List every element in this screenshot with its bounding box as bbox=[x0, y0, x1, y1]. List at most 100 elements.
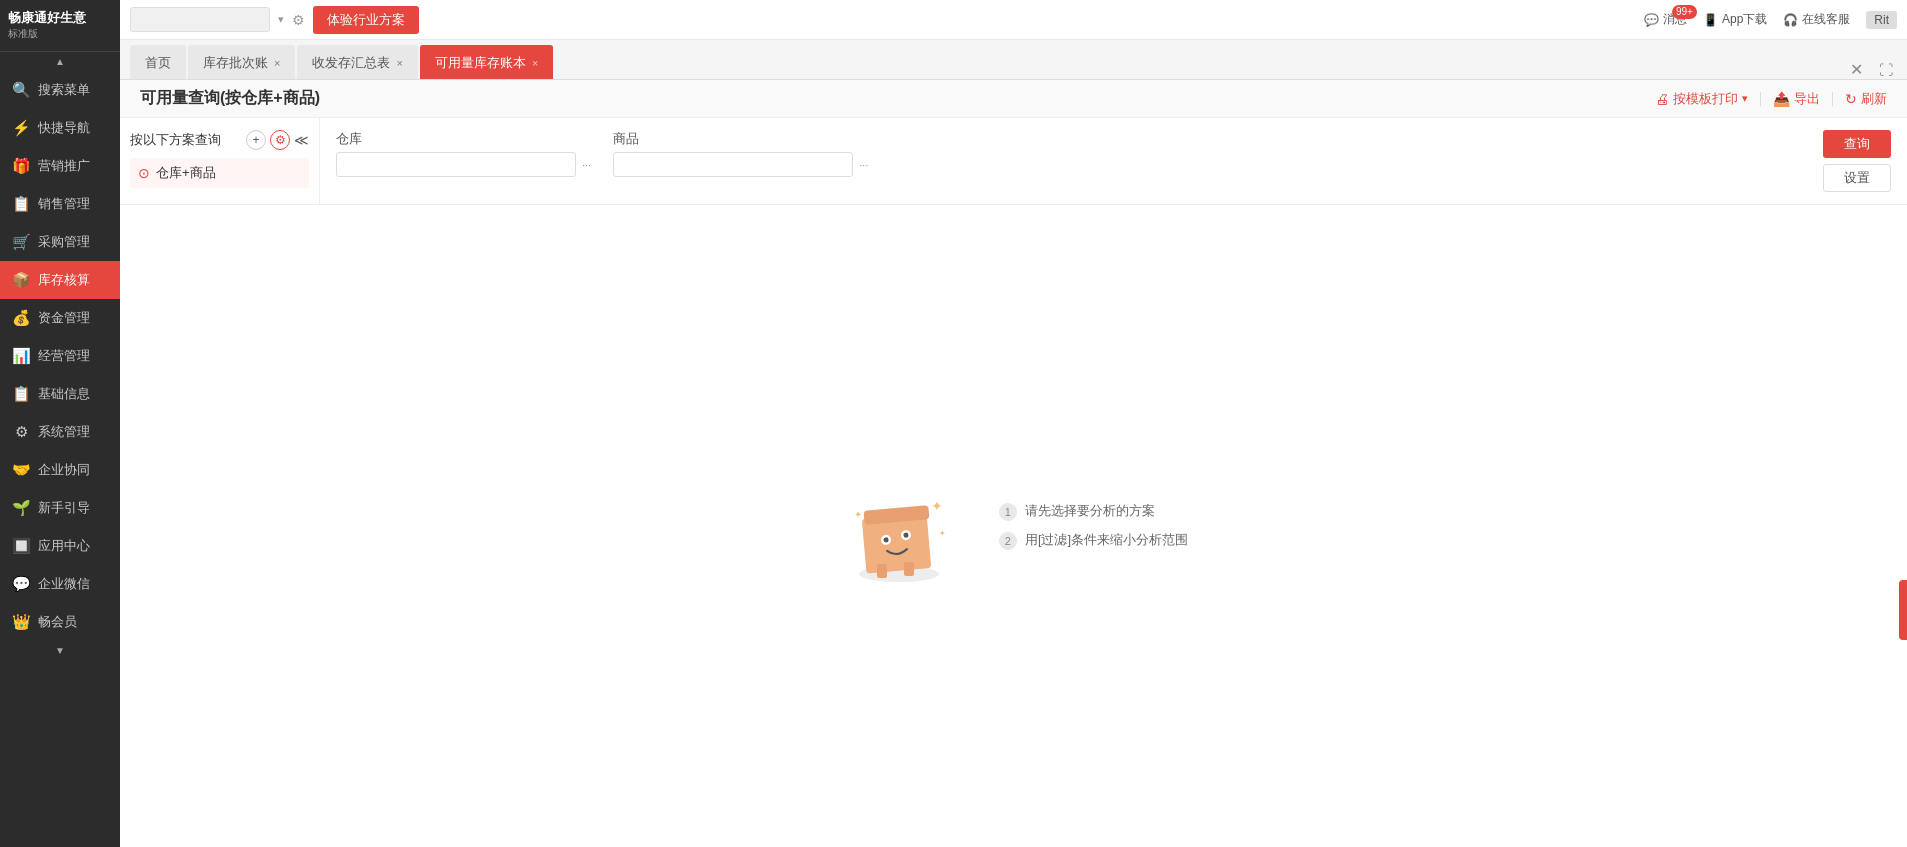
goods-input[interactable] bbox=[613, 152, 853, 177]
warehouse-label: 仓库 bbox=[336, 130, 593, 148]
tabs-bar-right: ✕ ⛶ bbox=[1846, 60, 1897, 79]
svg-rect-7 bbox=[877, 564, 887, 578]
search-label: 搜索菜单 bbox=[38, 81, 90, 99]
setting-btn[interactable]: 设置 bbox=[1823, 164, 1891, 192]
headset-icon: 🎧 bbox=[1783, 13, 1798, 27]
basic-label: 基础信息 bbox=[38, 385, 90, 403]
sidebar-item-finance[interactable]: 💰 资金管理 bbox=[0, 299, 120, 337]
online-service-link[interactable]: 🎧 在线客服 bbox=[1783, 11, 1850, 28]
sales-icon: 📋 bbox=[12, 195, 30, 213]
appcenter-icon: 🔲 bbox=[12, 537, 30, 555]
warehouse-input[interactable] bbox=[336, 152, 576, 177]
member-icon: 👑 bbox=[12, 613, 30, 631]
query-section: 按以下方案查询 + ⚙ ≪ ⊙ 仓库+商品 仓库 ··· bbox=[120, 118, 1907, 205]
topbar-search[interactable] bbox=[130, 7, 270, 32]
query-sidebar-icons: + ⚙ ≪ bbox=[246, 130, 309, 150]
tabs-close-all-btn[interactable]: ✕ bbox=[1846, 60, 1867, 79]
user-avatar[interactable]: Rit bbox=[1866, 11, 1897, 29]
print-icon: 🖨 bbox=[1655, 91, 1669, 107]
sidebar-scroll-up[interactable]: ▲ bbox=[0, 52, 120, 71]
wechat-icon: 💬 bbox=[12, 575, 30, 593]
quicknav-label: 快捷导航 bbox=[38, 119, 90, 137]
newguide-label: 新手引导 bbox=[38, 499, 90, 517]
tab-home[interactable]: 首页 bbox=[130, 45, 186, 79]
tab-available-ledger-close[interactable]: × bbox=[532, 57, 538, 69]
sidebar-item-system[interactable]: ⚙ 系统管理 bbox=[0, 413, 120, 451]
tab-collect-summary[interactable]: 收发存汇总表 × bbox=[297, 45, 417, 79]
tab-batch-account[interactable]: 库存批次账 × bbox=[188, 45, 295, 79]
sidebar-item-sales[interactable]: 📋 销售管理 bbox=[0, 185, 120, 223]
empty-svg: ✦ ✦ ✦ bbox=[839, 466, 959, 586]
marketing-icon: 🎁 bbox=[12, 157, 30, 175]
sidebar-item-appcenter[interactable]: 🔲 应用中心 bbox=[0, 527, 120, 565]
msg-icon: 💬 bbox=[1644, 13, 1659, 27]
sidebar-logo: 畅康通好生意 标准版 bbox=[0, 0, 120, 52]
enterprise-label: 企业协同 bbox=[38, 461, 90, 479]
topbar-gear-icon[interactable]: ⚙ bbox=[292, 12, 305, 28]
warehouse-more-btn[interactable]: ··· bbox=[580, 159, 593, 171]
tab-batch-account-label: 库存批次账 bbox=[203, 54, 268, 72]
sidebar-item-purchase[interactable]: 🛒 采购管理 bbox=[0, 223, 120, 261]
sidebar-item-basic[interactable]: 📋 基础信息 bbox=[0, 375, 120, 413]
goods-input-wrap: ··· bbox=[613, 152, 870, 177]
industry-btn[interactable]: 体验行业方案 bbox=[313, 6, 419, 34]
system-icon: ⚙ bbox=[12, 423, 30, 441]
add-scheme-btn[interactable]: + bbox=[246, 130, 266, 150]
export-label: 导出 bbox=[1794, 90, 1820, 108]
sidebar-items: 🔍 搜索菜单 ⚡ 快捷导航 🎁 营销推广 📋 销售管理 🛒 采购管理 📦 库存核… bbox=[0, 71, 120, 641]
sidebar-item-enterprise[interactable]: 🤝 企业协同 bbox=[0, 451, 120, 489]
divider-1 bbox=[1760, 92, 1761, 106]
print-action[interactable]: 🖨 按模板打印 ▾ bbox=[1655, 90, 1748, 108]
warehouse-input-wrap: ··· bbox=[336, 152, 593, 177]
sidebar-item-newguide[interactable]: 🌱 新手引导 bbox=[0, 489, 120, 527]
topbar: ▾ ⚙ 体验行业方案 💬 消息 99+ 📱 App下载 🎧 在线客服 Rit bbox=[120, 0, 1907, 40]
goods-more-btn[interactable]: ··· bbox=[857, 159, 870, 171]
warehouse-field: 仓库 ··· bbox=[336, 130, 593, 177]
sidebar-item-search[interactable]: 🔍 搜索菜单 bbox=[0, 71, 120, 109]
refresh-label: 刷新 bbox=[1861, 90, 1887, 108]
sidebar-scroll-down[interactable]: ▼ bbox=[0, 641, 120, 660]
inventory-icon: 📦 bbox=[12, 271, 30, 289]
manage-scheme-btn[interactable]: ⚙ bbox=[270, 130, 290, 150]
empty-state: ✦ ✦ ✦ 1 请先选择要分析的方案 2 用[过滤]条件来缩小分析范围 bbox=[120, 205, 1907, 847]
empty-hints: 1 请先选择要分析的方案 2 用[过滤]条件来缩小分析范围 bbox=[999, 502, 1188, 550]
sidebar-item-wechat[interactable]: 💬 企业微信 bbox=[0, 565, 120, 603]
tab-batch-account-close[interactable]: × bbox=[274, 57, 280, 69]
query-sidebar-header: 按以下方案查询 + ⚙ ≪ bbox=[130, 130, 309, 150]
business-label: 经营管理 bbox=[38, 347, 90, 365]
app-download-link[interactable]: 📱 App下载 bbox=[1703, 11, 1767, 28]
tab-available-ledger[interactable]: 可用量库存账本 × bbox=[420, 45, 553, 79]
goods-label: 商品 bbox=[613, 130, 870, 148]
finance-icon: 💰 bbox=[12, 309, 30, 327]
tab-home-label: 首页 bbox=[145, 54, 171, 72]
sidebar-item-quicknav[interactable]: ⚡ 快捷导航 bbox=[0, 109, 120, 147]
svg-text:✦: ✦ bbox=[854, 509, 862, 520]
refresh-icon: ↻ bbox=[1845, 91, 1857, 107]
svg-text:✦: ✦ bbox=[931, 498, 943, 514]
side-scroll-indicator[interactable] bbox=[1899, 580, 1907, 640]
sidebar-item-inventory[interactable]: 📦 库存核算 bbox=[0, 261, 120, 299]
hint-text-2: 用[过滤]条件来缩小分析范围 bbox=[1025, 531, 1188, 549]
topbar-dropdown-icon[interactable]: ▾ bbox=[278, 13, 284, 26]
goods-field: 商品 ··· bbox=[613, 130, 870, 177]
empty-hint-2: 2 用[过滤]条件来缩小分析范围 bbox=[999, 531, 1188, 550]
app-download-icon: 📱 bbox=[1703, 13, 1718, 27]
topbar-right: 💬 消息 99+ 📱 App下载 🎧 在线客服 Rit bbox=[1644, 11, 1897, 29]
msg-badge: 99+ bbox=[1672, 5, 1697, 19]
collapse-btn[interactable]: ≪ bbox=[294, 132, 309, 148]
empty-illustration: ✦ ✦ ✦ bbox=[839, 466, 959, 586]
refresh-action[interactable]: ↻ 刷新 bbox=[1845, 90, 1887, 108]
sales-label: 销售管理 bbox=[38, 195, 90, 213]
scheme-item-warehouse-goods[interactable]: ⊙ 仓库+商品 bbox=[130, 158, 309, 188]
export-action[interactable]: 📤 导出 bbox=[1773, 90, 1820, 108]
tabs-bar: 首页 库存批次账 × 收发存汇总表 × 可用量库存账本 × ✕ ⛶ bbox=[120, 40, 1907, 80]
query-btn[interactable]: 查询 bbox=[1823, 130, 1891, 158]
quicknav-icon: ⚡ bbox=[12, 119, 30, 137]
sidebar-item-marketing[interactable]: 🎁 营销推广 bbox=[0, 147, 120, 185]
msg-item[interactable]: 💬 消息 99+ bbox=[1644, 11, 1687, 28]
sidebar-item-business[interactable]: 📊 经营管理 bbox=[0, 337, 120, 375]
tabs-expand-btn[interactable]: ⛶ bbox=[1875, 62, 1897, 78]
svg-text:✦: ✦ bbox=[939, 529, 946, 538]
tab-collect-summary-close[interactable]: × bbox=[396, 57, 402, 69]
sidebar-item-member[interactable]: 👑 畅会员 bbox=[0, 603, 120, 641]
